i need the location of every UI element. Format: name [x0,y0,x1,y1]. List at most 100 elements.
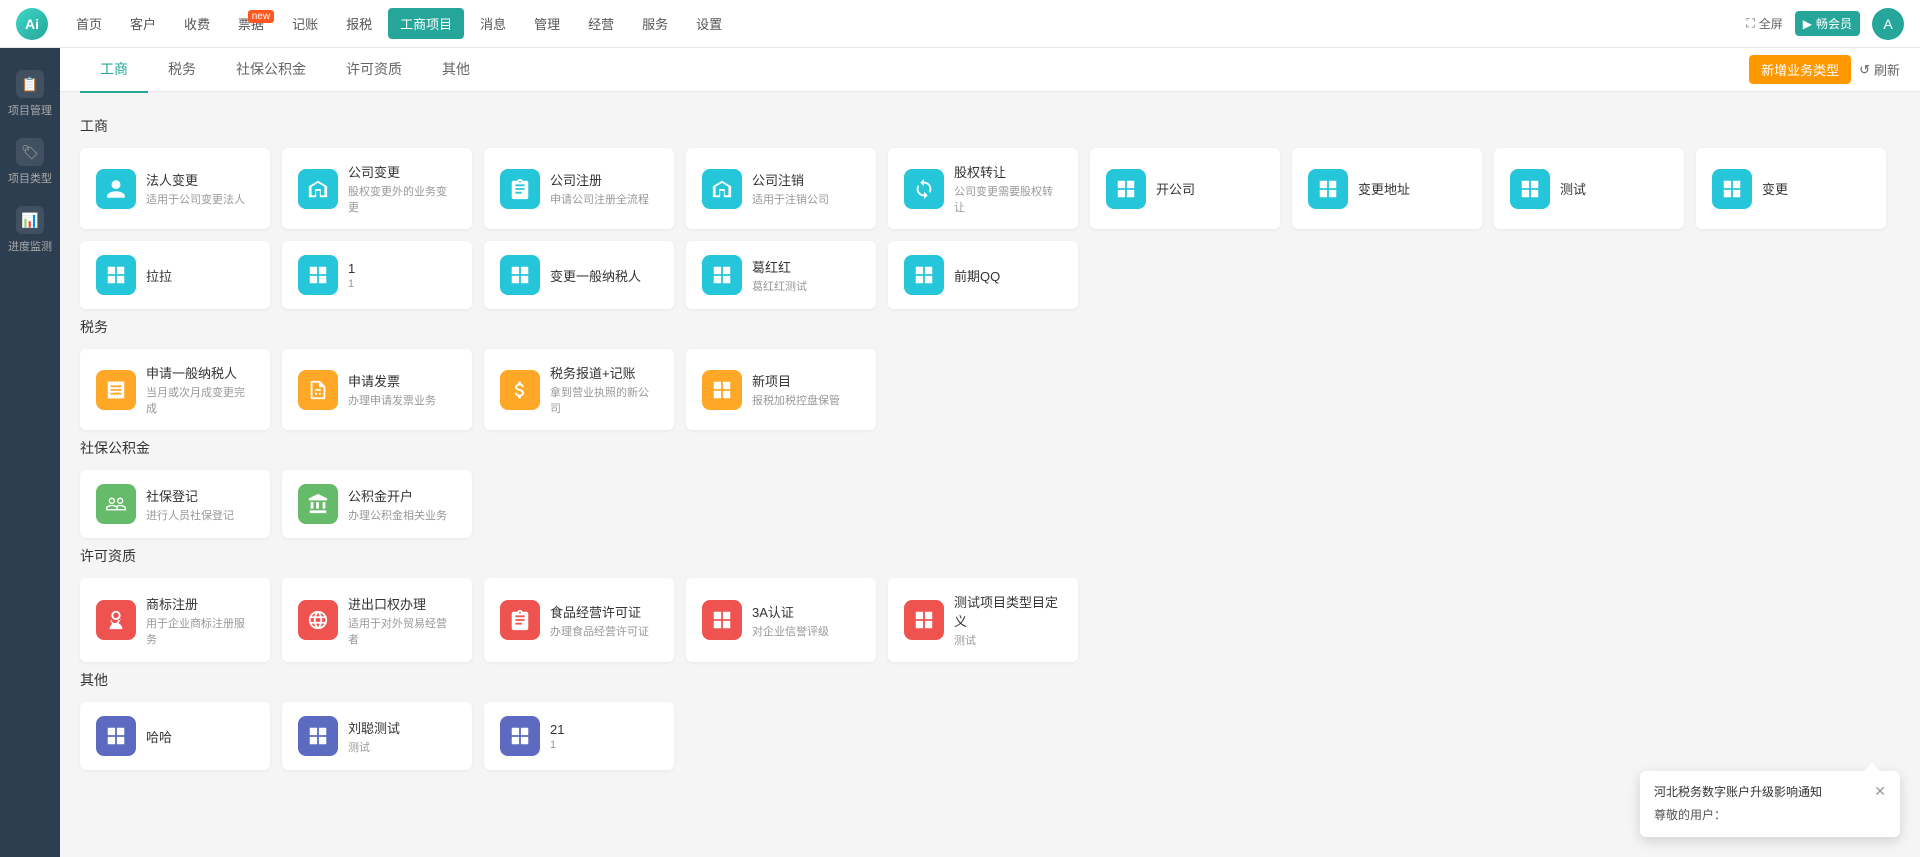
card-商标注册[interactable]: 商标注册 用于企业商标注册服务 [80,578,270,662]
nav-item-工商项目[interactable]: 工商项目 [388,8,464,39]
sub-tab-其他[interactable]: 其他 [422,47,490,93]
card-title: 新项目 [752,371,840,390]
sidebar-item-label: 项目类型 [8,170,52,186]
card-title: 股权转让 [954,162,1062,181]
card-刘聪测试[interactable]: 刘聪测试 测试 [282,702,472,770]
fullscreen-icon: ⛶ [1746,16,1754,31]
card-测试[interactable]: 测试 [1494,148,1684,229]
notif-title: 河北税务数字账户升级影响通知 [1654,783,1822,800]
nav-item-票据[interactable]: 票据new [226,8,276,39]
card-股权转让[interactable]: 股权转让 公司变更需要股权转让 [888,148,1078,229]
vip-button[interactable]: ▶ 畅会员 [1795,11,1860,36]
card-21[interactable]: 21 1 [484,702,674,770]
sidebar-item-进度监测[interactable]: 📊 进度监测 [0,196,60,264]
card-icon [96,370,136,410]
sidebar-item-项目类型[interactable]: 🏷 项目类型 [0,128,60,196]
card-变更[interactable]: 变更 [1696,148,1886,229]
nav-item-收费[interactable]: 收费 [172,8,222,39]
refresh-button[interactable]: ↺ 刷新 [1859,60,1900,79]
notif-arrow [1864,763,1880,771]
card-text: 公积金开户 办理公积金相关业务 [348,486,447,523]
card-text: 测试 [1560,179,1586,198]
card-税务报道+记账[interactable]: 税务报道+记账 拿到营业执照的新公司 [484,349,674,430]
nav-item-记账[interactable]: 记账 [280,8,330,39]
logo: Ai [16,8,48,40]
cards-grid: 法人变更 适用于公司变更法人 公司变更 股权变更外的业务变更 公司注册 申请公司… [80,148,1900,309]
nav-item-客户[interactable]: 客户 [118,8,168,39]
card-desc: 进行人员社保登记 [146,507,234,523]
card-icon [298,484,338,524]
card-开公司[interactable]: 开公司 [1090,148,1280,229]
card-desc: 申请公司注册全流程 [550,191,649,207]
card-社保登记[interactable]: 社保登记 进行人员社保登记 [80,470,270,538]
nav-item-首页[interactable]: 首页 [64,8,114,39]
card-申请发票[interactable]: 申请发票 办理申请发票业务 [282,349,472,430]
sub-tab-社保公积金[interactable]: 社保公积金 [216,47,326,93]
card-新项目[interactable]: 新项目 报税加税控盘保管 [686,349,876,430]
card-desc: 拿到营业执照的新公司 [550,384,658,416]
card-3A认证[interactable]: 3A认证 对企业信誉评级 [686,578,876,662]
avatar[interactable]: A [1872,8,1904,40]
card-公司注销[interactable]: 公司注销 适用于注销公司 [686,148,876,229]
card-icon [96,255,136,295]
card-title: 食品经营许可证 [550,602,649,621]
sub-tab-税务[interactable]: 税务 [148,47,216,93]
sub-tab-许可资质[interactable]: 许可资质 [326,47,422,93]
card-公司注册[interactable]: 公司注册 申请公司注册全流程 [484,148,674,229]
card-text: 申请发票 办理申请发票业务 [348,371,436,408]
card-变更地址[interactable]: 变更地址 [1292,148,1482,229]
sub-tab-工商[interactable]: 工商 [80,47,148,93]
card-拉拉[interactable]: 拉拉 [80,241,270,309]
sidebar-item-项目管理[interactable]: 📋 项目管理 [0,60,60,128]
card-进出口权办理[interactable]: 进出口权办理 适用于对外贸易经营者 [282,578,472,662]
nav-item-管理[interactable]: 管理 [522,8,572,39]
section-title: 税务 [80,317,1900,337]
sidebar-icon: 📊 [16,206,44,234]
card-icon [702,255,742,295]
card-title: 申请发票 [348,371,436,390]
card-text: 税务报道+记账 拿到营业执照的新公司 [550,363,658,416]
card-变更一般纳税人[interactable]: 变更一般纳税人 [484,241,674,309]
card-1[interactable]: 1 1 [282,241,472,309]
nav-item-报税[interactable]: 报税 [334,8,384,39]
card-title: 拉拉 [146,266,172,285]
card-法人变更[interactable]: 法人变更 适用于公司变更法人 [80,148,270,229]
nav-item-设置[interactable]: 设置 [684,8,734,39]
card-text: 哈哈 [146,727,172,746]
section-title: 工商 [80,116,1900,136]
card-公司变更[interactable]: 公司变更 股权变更外的业务变更 [282,148,472,229]
card-text: 法人变更 适用于公司变更法人 [146,170,245,207]
notif-close-button[interactable]: ✕ [1874,783,1886,800]
card-前期QQ[interactable]: 前期QQ [888,241,1078,309]
card-desc: 测试 [348,739,400,755]
card-公积金开户[interactable]: 公积金开户 办理公积金相关业务 [282,470,472,538]
card-icon [500,255,540,295]
card-title: 公司注销 [752,170,829,189]
card-title: 21 [550,722,564,737]
card-desc: 报税加税控盘保管 [752,392,840,408]
card-哈哈[interactable]: 哈哈 [80,702,270,770]
card-title: 商标注册 [146,594,254,613]
card-desc: 办理申请发票业务 [348,392,436,408]
card-测试项目类型目定义[interactable]: 测试项目类型目定义 测试 [888,578,1078,662]
card-text: 变更地址 [1358,179,1410,198]
card-title: 税务报道+记账 [550,363,658,382]
nav-item-消息[interactable]: 消息 [468,8,518,39]
card-icon [1308,169,1348,209]
new-type-button[interactable]: 新增业务类型 [1749,55,1851,84]
card-title: 刘聪测试 [348,718,400,737]
nav-item-服务[interactable]: 服务 [630,8,680,39]
card-text: 21 1 [550,722,564,751]
card-食品经营许可证[interactable]: 食品经营许可证 办理食品经营许可证 [484,578,674,662]
card-desc: 测试 [954,632,1062,648]
nav-item-经营[interactable]: 经营 [576,8,626,39]
fullscreen-button[interactable]: ⛶ 全屏 [1746,15,1782,32]
card-申请一般纳税人[interactable]: 申请一般纳税人 当月或次月成变更完成 [80,349,270,430]
card-葛红红[interactable]: 葛红红 葛红红测试 [686,241,876,309]
card-text: 公司注销 适用于注销公司 [752,170,829,207]
card-text: 3A认证 对企业信誉评级 [752,602,829,639]
card-icon [702,370,742,410]
card-icon [298,169,338,209]
card-icon [298,255,338,295]
section-许可资质: 许可资质 商标注册 用于企业商标注册服务 进出口权办理 适用于对外贸易经营者 食… [80,546,1900,662]
